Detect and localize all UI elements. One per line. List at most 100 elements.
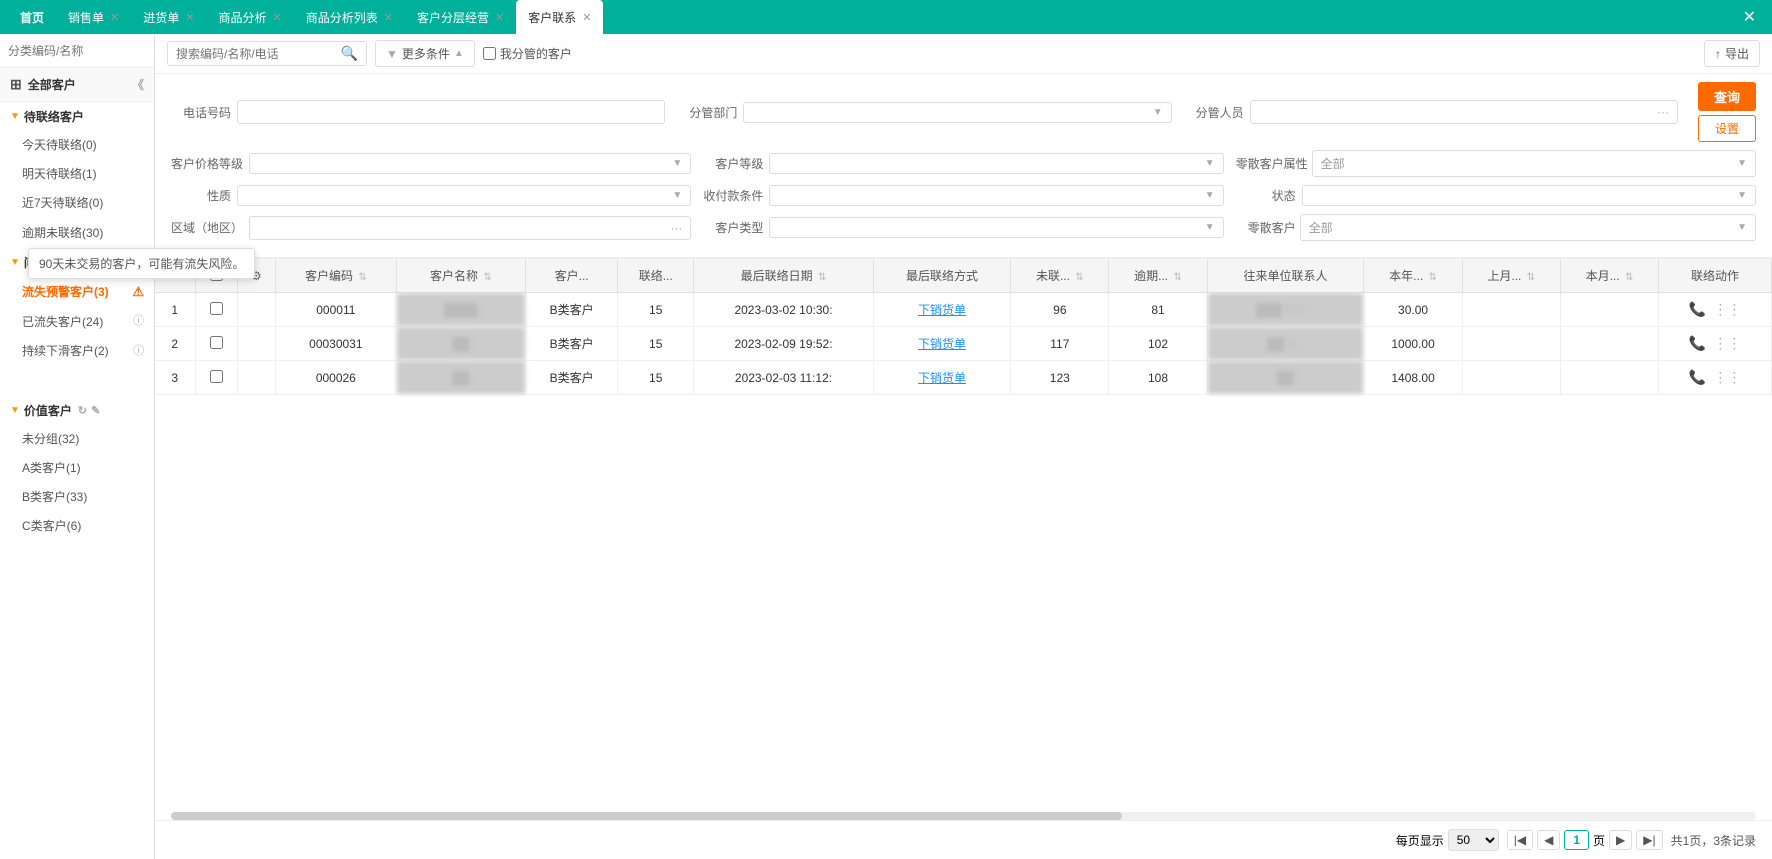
chevron-down-icon: ▼ [1737, 190, 1747, 201]
current-page-number: 1 [1564, 830, 1589, 850]
tab-purchase[interactable]: 进货单 ✕ [131, 0, 206, 34]
col-unit-contact: 往来单位联系人 [1207, 259, 1364, 293]
filter-customer-level: 客户等级 ▼ [703, 153, 1223, 174]
first-page-button[interactable]: |◀ [1507, 830, 1533, 850]
col-not-contacted[interactable]: 未联... ⇅ [1011, 259, 1109, 293]
window-close-icon[interactable]: ✕ [1735, 3, 1764, 31]
tab-home[interactable]: 首页 [8, 0, 56, 34]
cell-last-contact-method[interactable]: 下销货单 [873, 327, 1010, 361]
sidebar-search-input[interactable] [8, 44, 155, 58]
refresh-icon[interactable]: ↻ [78, 404, 87, 417]
more-action-icon[interactable]: ⋮⋮ [1713, 335, 1741, 351]
sidebar-item-churned[interactable]: 已流失客户(24) ⓘ [0, 308, 154, 337]
sidebar-item-declining[interactable]: 持续下滑客户(2) ⓘ [0, 337, 154, 366]
tab-sales[interactable]: 销售单 ✕ [56, 0, 131, 34]
cell-checkbox[interactable] [195, 327, 237, 361]
sidebar-item-ungroups[interactable]: 未分组(32) [0, 425, 154, 454]
row-checkbox[interactable] [210, 336, 223, 349]
cell-customer-code: 000026 [275, 361, 396, 395]
sidebar-item-tomorrow-contact[interactable]: 明天待联络(1) [0, 160, 154, 189]
col-customer-name[interactable]: 客户名称 ⇅ [396, 259, 525, 293]
export-button[interactable]: ↑ 导出 [1704, 40, 1760, 67]
collapse-icon[interactable]: 《 [132, 76, 144, 93]
more-action-icon[interactable]: ⋮⋮ [1713, 369, 1741, 385]
sidebar-item-overdue-contact[interactable]: 逾期未联络(30) [0, 219, 154, 248]
close-icon[interactable]: ✕ [110, 11, 119, 24]
edit-icon[interactable]: ✎ [91, 404, 100, 417]
col-this-month[interactable]: 本月... ⇅ [1560, 259, 1658, 293]
more-action-icon[interactable]: ⋮⋮ [1713, 301, 1741, 317]
sidebar-group-valued-customers[interactable]: ▼ 价值客户 ↻ ✎ [0, 396, 154, 425]
sidebar-all-customers[interactable]: ⊞ 全部客户 《 [0, 68, 154, 102]
cell-checkbox[interactable] [195, 293, 237, 327]
settings-button[interactable]: 设置 [1698, 115, 1756, 142]
main-search-input[interactable] [176, 47, 341, 61]
sidebar-item-class-a[interactable]: A类客户(1) [0, 454, 154, 483]
zero-attr-select[interactable]: 全部 ▼ [1312, 150, 1756, 177]
more-conditions-button[interactable]: ▼ 更多条件 ▲ [375, 40, 475, 67]
payment-select[interactable]: ▼ [769, 185, 1223, 206]
filter-payment: 收付款条件 ▼ [703, 185, 1223, 206]
prev-page-button[interactable]: ◀ [1537, 830, 1560, 850]
phone-label: 电话号码 [171, 104, 231, 121]
contact-method-link[interactable]: 下销货单 [918, 303, 966, 317]
dept-label: 分管部门 [677, 104, 737, 121]
next-page-button[interactable]: ▶ [1609, 830, 1632, 850]
sidebar-group-pending-contact[interactable]: ▼ 待联络客户 [0, 102, 154, 131]
sort-icon: ⇅ [1625, 272, 1633, 283]
contact-method-link[interactable]: 下销货单 [918, 337, 966, 351]
query-button[interactable]: 查询 [1698, 82, 1756, 111]
gender-select[interactable]: ▼ [237, 185, 691, 206]
my-customers-check[interactable] [483, 47, 496, 60]
tab-product-analysis-list[interactable]: 商品分析列表 ✕ [294, 0, 405, 34]
filter-status: 状态 ▼ [1236, 185, 1756, 206]
cell-last-contact-method[interactable]: 下销货单 [873, 361, 1010, 395]
row-checkbox[interactable] [210, 370, 223, 383]
dept-select[interactable]: ▼ [743, 102, 1171, 123]
cell-customer-name: ████ [396, 293, 525, 327]
contact-action-icon[interactable]: 📞 [1689, 335, 1706, 351]
close-icon[interactable]: ✕ [185, 11, 194, 24]
tab-customer-connect[interactable]: 客户联系 ✕ [516, 0, 603, 34]
tab-product-analysis[interactable]: 商品分析 ✕ [206, 0, 293, 34]
phone-input[interactable] [237, 100, 665, 124]
col-this-year[interactable]: 本年... ⇅ [1364, 259, 1462, 293]
close-icon[interactable]: ✕ [384, 11, 393, 24]
sidebar-item-today-contact[interactable]: 今天待联络(0) [0, 131, 154, 160]
cell-index: 1 [155, 293, 195, 327]
row-checkbox[interactable] [210, 302, 223, 315]
sidebar-item-churn-warning[interactable]: 流失预警客户(3) ⚠ [0, 277, 154, 308]
cell-last-contact-date: 2023-02-09 19:52: [694, 327, 874, 361]
col-contact: 联络... [618, 259, 694, 293]
scrollbar-thumb[interactable] [171, 812, 1122, 820]
per-page-select[interactable]: 50 100 [1448, 829, 1499, 851]
tab-customer-tier[interactable]: 客户分层经营 ✕ [405, 0, 516, 34]
price-level-select[interactable]: ▼ [249, 153, 691, 174]
col-customer-code[interactable]: 客户编码 ⇅ [275, 259, 396, 293]
col-last-contact-date[interactable]: 最后联络日期 ⇅ [694, 259, 874, 293]
region-select[interactable]: ··· [249, 216, 691, 240]
customer-level-select[interactable]: ▼ [769, 153, 1223, 174]
close-icon[interactable]: ✕ [582, 11, 591, 24]
cell-customer-name: ██ [396, 361, 525, 395]
cell-index: 2 [155, 327, 195, 361]
sidebar-item-class-c[interactable]: C类客户(6) [0, 512, 154, 541]
sidebar-item-class-b[interactable]: B类客户(33) [0, 483, 154, 512]
contact-action-icon[interactable]: 📞 [1689, 369, 1706, 385]
sidebar-item-7days-contact[interactable]: 近7天待联络(0) [0, 189, 154, 218]
last-page-button[interactable]: ▶| [1636, 830, 1662, 850]
horizontal-scrollbar[interactable] [171, 812, 1756, 820]
col-overdue[interactable]: 逾期... ⇅ [1109, 259, 1207, 293]
cell-checkbox[interactable] [195, 361, 237, 395]
contact-method-link[interactable]: 下销货单 [918, 371, 966, 385]
manager-select[interactable]: ··· [1250, 100, 1678, 124]
contact-action-icon[interactable]: 📞 [1689, 301, 1706, 317]
cell-last-contact-method[interactable]: 下销货单 [873, 293, 1010, 327]
close-icon[interactable]: ✕ [495, 11, 504, 24]
col-last-month[interactable]: 上月... ⇅ [1462, 259, 1560, 293]
customer-type-select[interactable]: ▼ [769, 217, 1223, 238]
my-customers-checkbox[interactable]: 我分管的客户 [483, 45, 572, 62]
close-icon[interactable]: ✕ [273, 11, 282, 24]
zero-customer-select[interactable]: 全部 ▼ [1300, 214, 1756, 241]
status-select[interactable]: ▼ [1302, 185, 1756, 206]
